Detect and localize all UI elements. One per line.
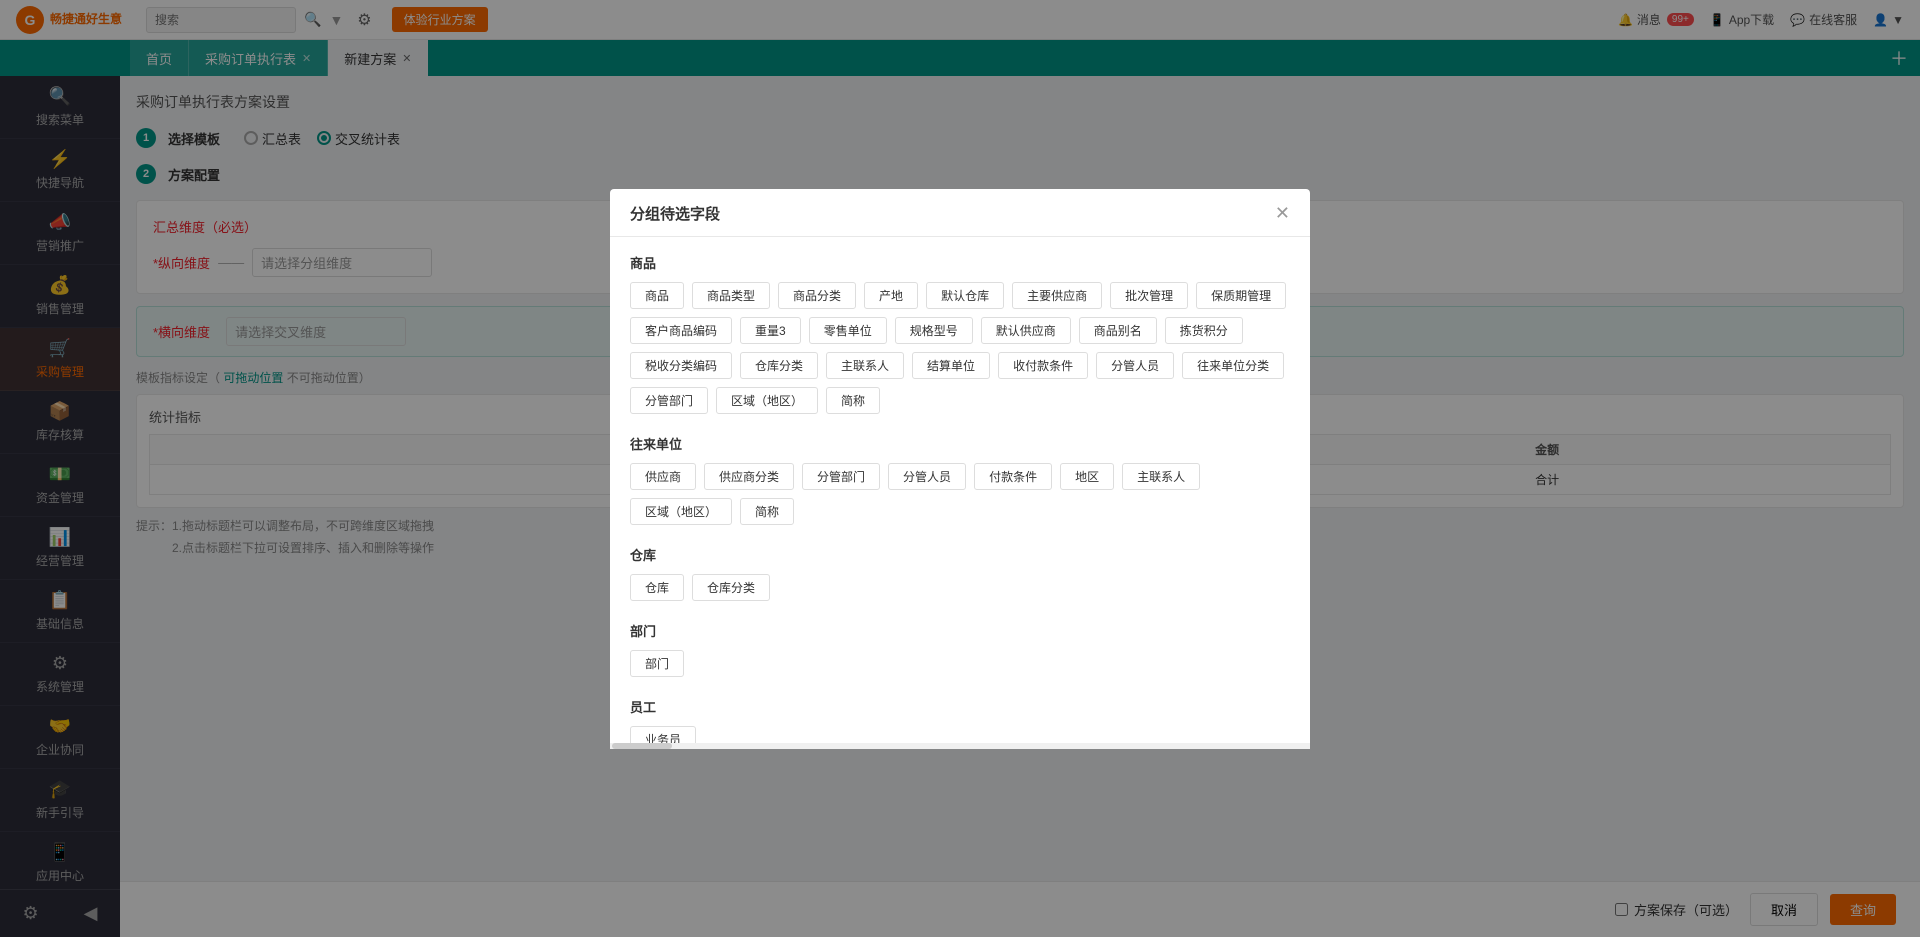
- field-tag-alias[interactable]: 商品别名: [1079, 317, 1157, 344]
- field-tag-main-supplier[interactable]: 主要供应商: [1012, 282, 1102, 309]
- modal-dialog: 分组待选字段 ✕ 商品 商品 商品类型 商品分类 产地 默认仓库 主要供应商 批…: [610, 189, 1310, 749]
- field-tag-origin[interactable]: 产地: [864, 282, 918, 309]
- section-product-tags: 商品 商品类型 商品分类 产地 默认仓库 主要供应商 批次管理 保质期管理 客户…: [630, 282, 1290, 414]
- section-dept: 部门 部门: [630, 621, 1290, 677]
- field-tag-warehouse-category[interactable]: 仓库分类: [740, 352, 818, 379]
- field-tag-warehouse[interactable]: 仓库: [630, 574, 684, 601]
- field-tag-product-category[interactable]: 商品分类: [778, 282, 856, 309]
- field-tag-spec-model[interactable]: 规格型号: [895, 317, 973, 344]
- field-tag-supplier[interactable]: 供应商: [630, 463, 696, 490]
- field-tag-payment-condition[interactable]: 付款条件: [974, 463, 1052, 490]
- field-tag-partner-person[interactable]: 分管人员: [888, 463, 966, 490]
- section-employee-tags: 业务员: [630, 726, 1290, 743]
- field-tag-short-name-partner[interactable]: 简称: [740, 498, 794, 525]
- field-tag-default-warehouse[interactable]: 默认仓库: [926, 282, 1004, 309]
- field-tag-payment-terms[interactable]: 收付款条件: [998, 352, 1088, 379]
- section-employee: 员工 业务员: [630, 697, 1290, 743]
- section-warehouse-tags: 仓库 仓库分类: [630, 574, 1290, 601]
- field-tag-batch-mgmt[interactable]: 批次管理: [1110, 282, 1188, 309]
- field-tag-short-name-product[interactable]: 简称: [826, 387, 880, 414]
- modal-scrollbar-h[interactable]: [610, 743, 1310, 749]
- field-tag-partner-category[interactable]: 往来单位分类: [1182, 352, 1284, 379]
- field-tag-main-contact-partner[interactable]: 主联系人: [1122, 463, 1200, 490]
- field-tag-warehouse-cat[interactable]: 仓库分类: [692, 574, 770, 601]
- scrollbar-thumb-h: [612, 743, 672, 749]
- section-partner-title: 往来单位: [630, 434, 1290, 453]
- field-tag-default-supplier[interactable]: 默认供应商: [981, 317, 1071, 344]
- field-tag-salesperson[interactable]: 业务员: [630, 726, 696, 743]
- field-tag-region-partner[interactable]: 地区: [1060, 463, 1114, 490]
- field-tag-retail-unit[interactable]: 零售单位: [809, 317, 887, 344]
- field-tag-tax-code[interactable]: 税收分类编码: [630, 352, 732, 379]
- modal-close-button[interactable]: ✕: [1275, 203, 1290, 224]
- section-partner-tags: 供应商 供应商分类 分管部门 分管人员 付款条件 地区 主联系人 区域（地区） …: [630, 463, 1290, 525]
- field-tag-partner-dept[interactable]: 分管部门: [802, 463, 880, 490]
- field-tag-region-product[interactable]: 区域（地区）: [716, 387, 818, 414]
- section-warehouse: 仓库 仓库 仓库分类: [630, 545, 1290, 601]
- section-dept-title: 部门: [630, 621, 1290, 640]
- section-warehouse-title: 仓库: [630, 545, 1290, 564]
- section-product: 商品 商品 商品类型 商品分类 产地 默认仓库 主要供应商 批次管理 保质期管理…: [630, 253, 1290, 414]
- modal-header: 分组待选字段 ✕: [610, 189, 1310, 237]
- field-tag-supplier-category[interactable]: 供应商分类: [704, 463, 794, 490]
- modal-overlay: 分组待选字段 ✕ 商品 商品 商品类型 商品分类 产地 默认仓库 主要供应商 批…: [0, 0, 1920, 937]
- field-tag-product-type[interactable]: 商品类型: [692, 282, 770, 309]
- section-employee-title: 员工: [630, 697, 1290, 716]
- modal-title: 分组待选字段: [630, 203, 720, 224]
- field-tag-dept[interactable]: 部门: [630, 650, 684, 677]
- section-partner: 往来单位 供应商 供应商分类 分管部门 分管人员 付款条件 地区 主联系人 区域…: [630, 434, 1290, 525]
- section-product-title: 商品: [630, 253, 1290, 272]
- modal-body[interactable]: 商品 商品 商品类型 商品分类 产地 默认仓库 主要供应商 批次管理 保质期管理…: [610, 237, 1310, 743]
- field-tag-supervising-dept[interactable]: 分管部门: [630, 387, 708, 414]
- field-tag-shelf-life[interactable]: 保质期管理: [1196, 282, 1286, 309]
- field-tag-supervising-person[interactable]: 分管人员: [1096, 352, 1174, 379]
- section-dept-tags: 部门: [630, 650, 1290, 677]
- field-tag-weight3[interactable]: 重量3: [740, 317, 801, 344]
- field-tag-product[interactable]: 商品: [630, 282, 684, 309]
- field-tag-region-area-partner[interactable]: 区域（地区）: [630, 498, 732, 525]
- field-tag-customer-code[interactable]: 客户商品编码: [630, 317, 732, 344]
- field-tag-settlement-unit[interactable]: 结算单位: [912, 352, 990, 379]
- field-tag-main-contact[interactable]: 主联系人: [826, 352, 904, 379]
- field-tag-pick-points[interactable]: 拣货积分: [1165, 317, 1243, 344]
